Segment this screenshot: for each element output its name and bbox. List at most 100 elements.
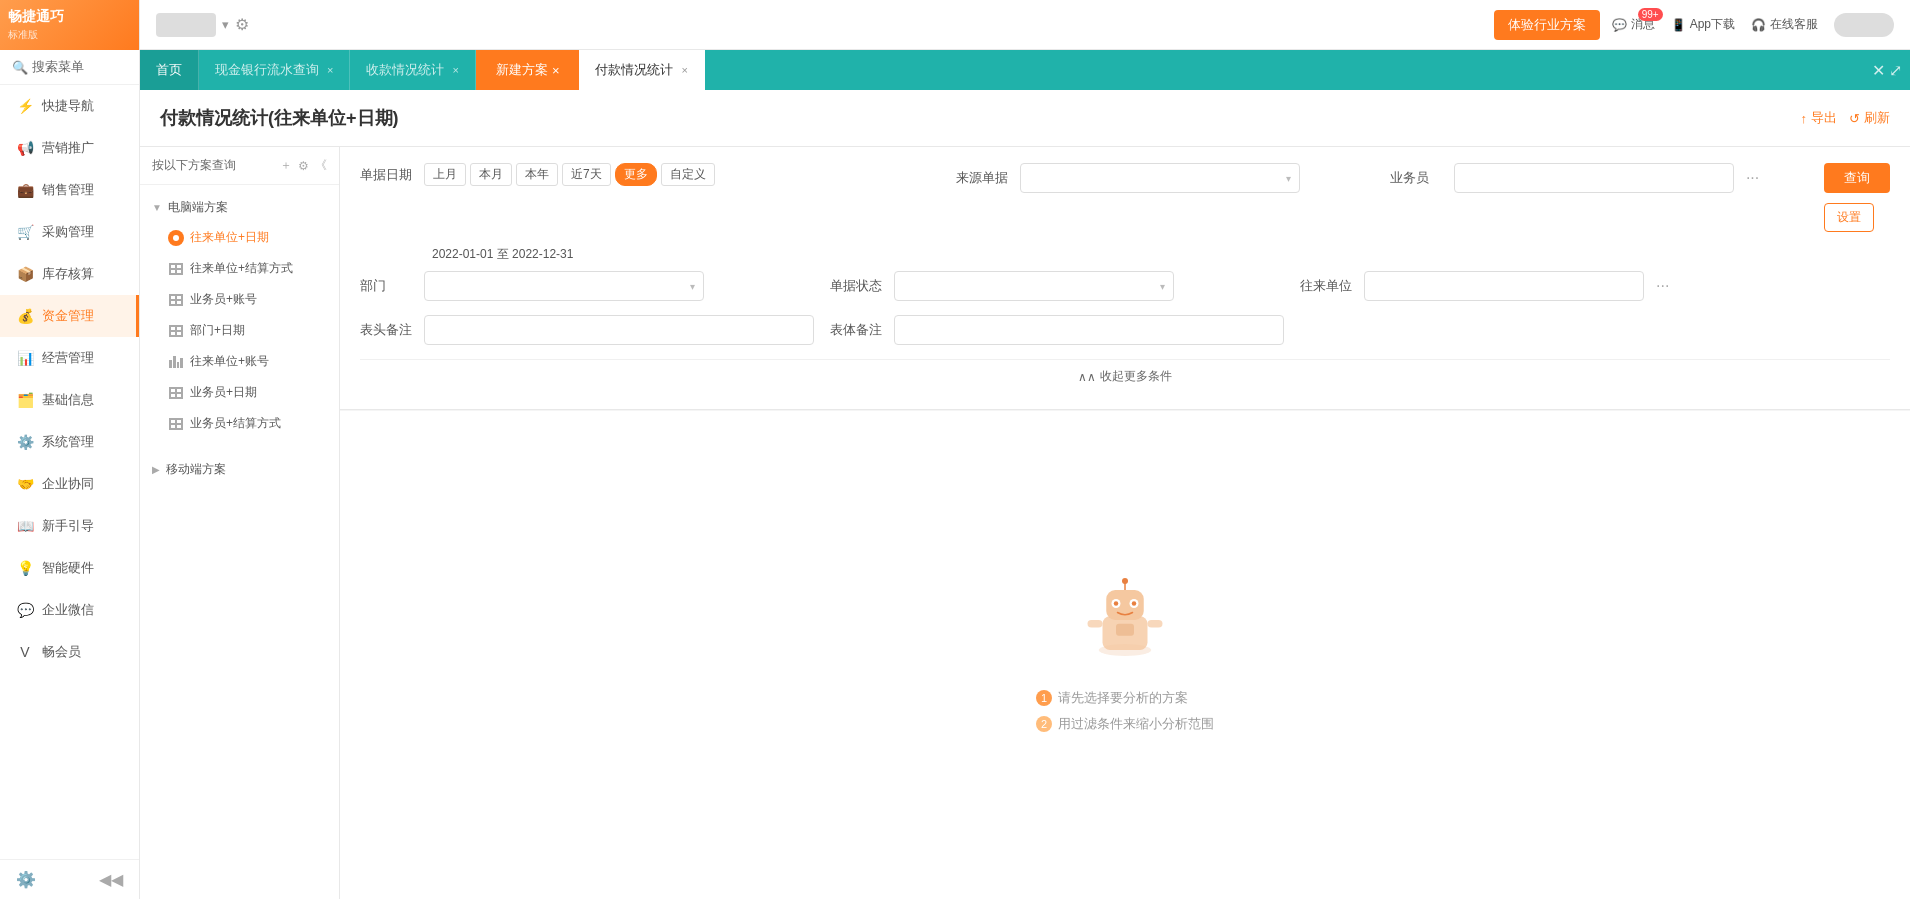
sidebar-item-wechat[interactable]: 💬 企业微信 [0,589,139,631]
tab-home[interactable]: 首页 [140,50,199,90]
sidebar-item-enterprise[interactable]: 🤝 企业协同 [0,463,139,505]
scheme-item-partner-account[interactable]: 往来单位+账号 [140,346,339,377]
source-select[interactable]: ▾ [1020,163,1300,193]
this-month-btn[interactable]: 本月 [470,163,512,186]
export-label: 导出 [1811,109,1837,127]
voucher-status-select[interactable]: ▾ [894,271,1174,301]
partner-select[interactable] [1364,271,1644,301]
close-icon[interactable]: × [327,64,333,76]
sidebar-item-system[interactable]: ⚙️ 系统管理 [0,421,139,463]
left-panel-actions: ＋ ⚙ 《 [280,157,327,174]
export-button[interactable]: ↑ 导出 [1801,109,1838,127]
sidebar-item-purchase[interactable]: 🛒 采购管理 [0,211,139,253]
sidebar-settings-icon[interactable]: ⚙️ [16,870,36,889]
sidebar-search[interactable]: 🔍 搜索菜单 [0,50,139,85]
online-service-item[interactable]: 🎧 在线客服 [1751,16,1818,33]
staff-dots-icon[interactable]: ··· [1746,169,1759,187]
filter-staff: 业务员 ··· [1390,163,1808,193]
close-icon[interactable]: × [452,64,458,76]
sidebar-item-operation[interactable]: 📊 经营管理 [0,337,139,379]
user-dropdown-icon[interactable]: ▾ [222,17,229,32]
this-year-btn[interactable]: 本年 [516,163,558,186]
operation-icon: 📊 [16,349,34,367]
filter-row-2: 部门 ▾ 单据状态 ▾ [360,271,1890,301]
body-remark-input[interactable] [894,315,1284,345]
partner-dots-icon[interactable]: ··· [1656,277,1669,295]
refresh-button[interactable]: ↺ 刷新 [1849,109,1890,127]
sidebar-item-hardware[interactable]: 💡 智能硬件 [0,547,139,589]
add-scheme-icon[interactable]: ＋ [280,157,292,174]
sidebar-item-basic[interactable]: 🗂️ 基础信息 [0,379,139,421]
header-remark-label: 表头备注 [360,321,416,339]
scheme-item-staff-date[interactable]: 业务员+日期 [140,377,339,408]
tab-maximize-icon[interactable]: ⤢ [1889,61,1902,80]
scheme-item-partner-settle[interactable]: 往来单位+结算方式 [140,253,339,284]
sidebar-collapse-icon[interactable]: ◀◀ [99,870,123,889]
section-expand-icon: ▼ [152,202,162,213]
staff-select[interactable] [1454,163,1734,193]
header-remark-input[interactable] [424,315,814,345]
voucher-date-label: 单据日期 [360,166,416,184]
scheme-item-staff-account[interactable]: 业务员+账号 [140,284,339,315]
sidebar-item-sales[interactable]: 💼 销售管理 [0,169,139,211]
sidebar-footer: ⚙️ ◀◀ [0,859,139,899]
mobile-section-title[interactable]: ▶ 移动端方案 [140,455,339,484]
tab-close-all-icon[interactable]: ✕ [1872,61,1885,80]
topbar-user-area: ▾ ⚙ [156,13,1482,37]
scheme-item-label: 往来单位+日期 [190,229,269,246]
filter-row-3: 表头备注 表体备注 [360,315,1890,345]
last-month-btn[interactable]: 上月 [424,163,466,186]
empty-tip-2: 2 用过滤条件来缩小分析范围 [1036,711,1214,737]
app-icon: 📱 [1671,18,1686,32]
export-icon: ↑ [1801,111,1808,126]
trial-scheme-button[interactable]: 体验行业方案 [1494,10,1600,40]
scheme-item-label: 往来单位+账号 [190,353,269,370]
mobile-section-label: 移动端方案 [166,461,226,478]
scheme-item-staff-settle[interactable]: 业务员+结算方式 [140,408,339,439]
chevron-down-icon: ▾ [690,281,695,292]
svg-rect-9 [1088,620,1103,628]
sidebar-item-marketing[interactable]: 📢 营销推广 [0,127,139,169]
tip-text-2: 用过滤条件来缩小分析范围 [1058,711,1214,737]
scheme-item-label: 业务员+账号 [190,291,257,308]
last-7days-btn[interactable]: 近7天 [562,163,611,186]
tab-receivable[interactable]: 收款情况统计 × [350,50,475,90]
desktop-section-title[interactable]: ▼ 电脑端方案 [140,193,339,222]
topbar-user-avatar[interactable] [1834,13,1894,37]
scheme-item-label: 部门+日期 [190,322,245,339]
empty-tips: 1 请先选择要分析的方案 2 用过滤条件来缩小分析范围 [1036,685,1214,737]
scheme-item-partner-date[interactable]: 往来单位+日期 [140,222,339,253]
dept-select[interactable]: ▾ [424,271,704,301]
custom-date-btn[interactable]: 自定义 [661,163,715,186]
page-header: 付款情况统计(往来单位+日期) ↑ 导出 ↺ 刷新 [140,90,1910,147]
date-range-row: 2022-01-01 至 2022-12-31 [360,246,1890,271]
filter-source: 来源单据 ▾ [956,163,1374,193]
refresh-label: 刷新 [1864,109,1890,127]
sidebar-item-label: 企业协同 [42,475,94,493]
app-download-item[interactable]: 📱 App下载 [1671,16,1735,33]
fund-icon: 💰 [16,307,34,325]
sidebar-item-label: 快捷导航 [42,97,94,115]
query-button[interactable]: 查询 [1824,163,1890,193]
sidebar-item-inventory[interactable]: 📦 库存核算 [0,253,139,295]
messages-item[interactable]: 💬 消息 99+ [1612,16,1655,33]
tab-new-scheme[interactable]: 新建方案 × [476,50,580,90]
close-icon[interactable]: × [552,63,560,78]
sidebar-item-fund[interactable]: 💰 资金管理 [0,295,139,337]
sidebar-item-guide[interactable]: 📖 新手引导 [0,505,139,547]
more-date-btn[interactable]: 更多 [615,163,657,186]
tab-payment-stats[interactable]: 付款情况统计 × [579,50,704,90]
collapse-bar[interactable]: ∧∧ 收起更多条件 [360,359,1890,393]
scheme-settings-icon[interactable]: ⚙ [298,159,309,173]
sidebar-item-member[interactable]: V 畅会员 [0,631,139,673]
settings-button[interactable]: 设置 [1824,203,1874,232]
scheme-item-dept-date[interactable]: 部门+日期 [140,315,339,346]
sidebar-item-quick-nav[interactable]: ⚡ 快捷导航 [0,85,139,127]
collapse-left-panel-icon[interactable]: 《 [315,157,327,174]
close-icon[interactable]: × [681,64,687,76]
service-icon: 🎧 [1751,18,1766,32]
message-icon: 💬 [1612,18,1627,32]
tab-cash-bank[interactable]: 现金银行流水查询 × [199,50,350,90]
topbar-gear-icon[interactable]: ⚙ [235,15,249,34]
tip-number-1: 1 [1036,690,1052,706]
